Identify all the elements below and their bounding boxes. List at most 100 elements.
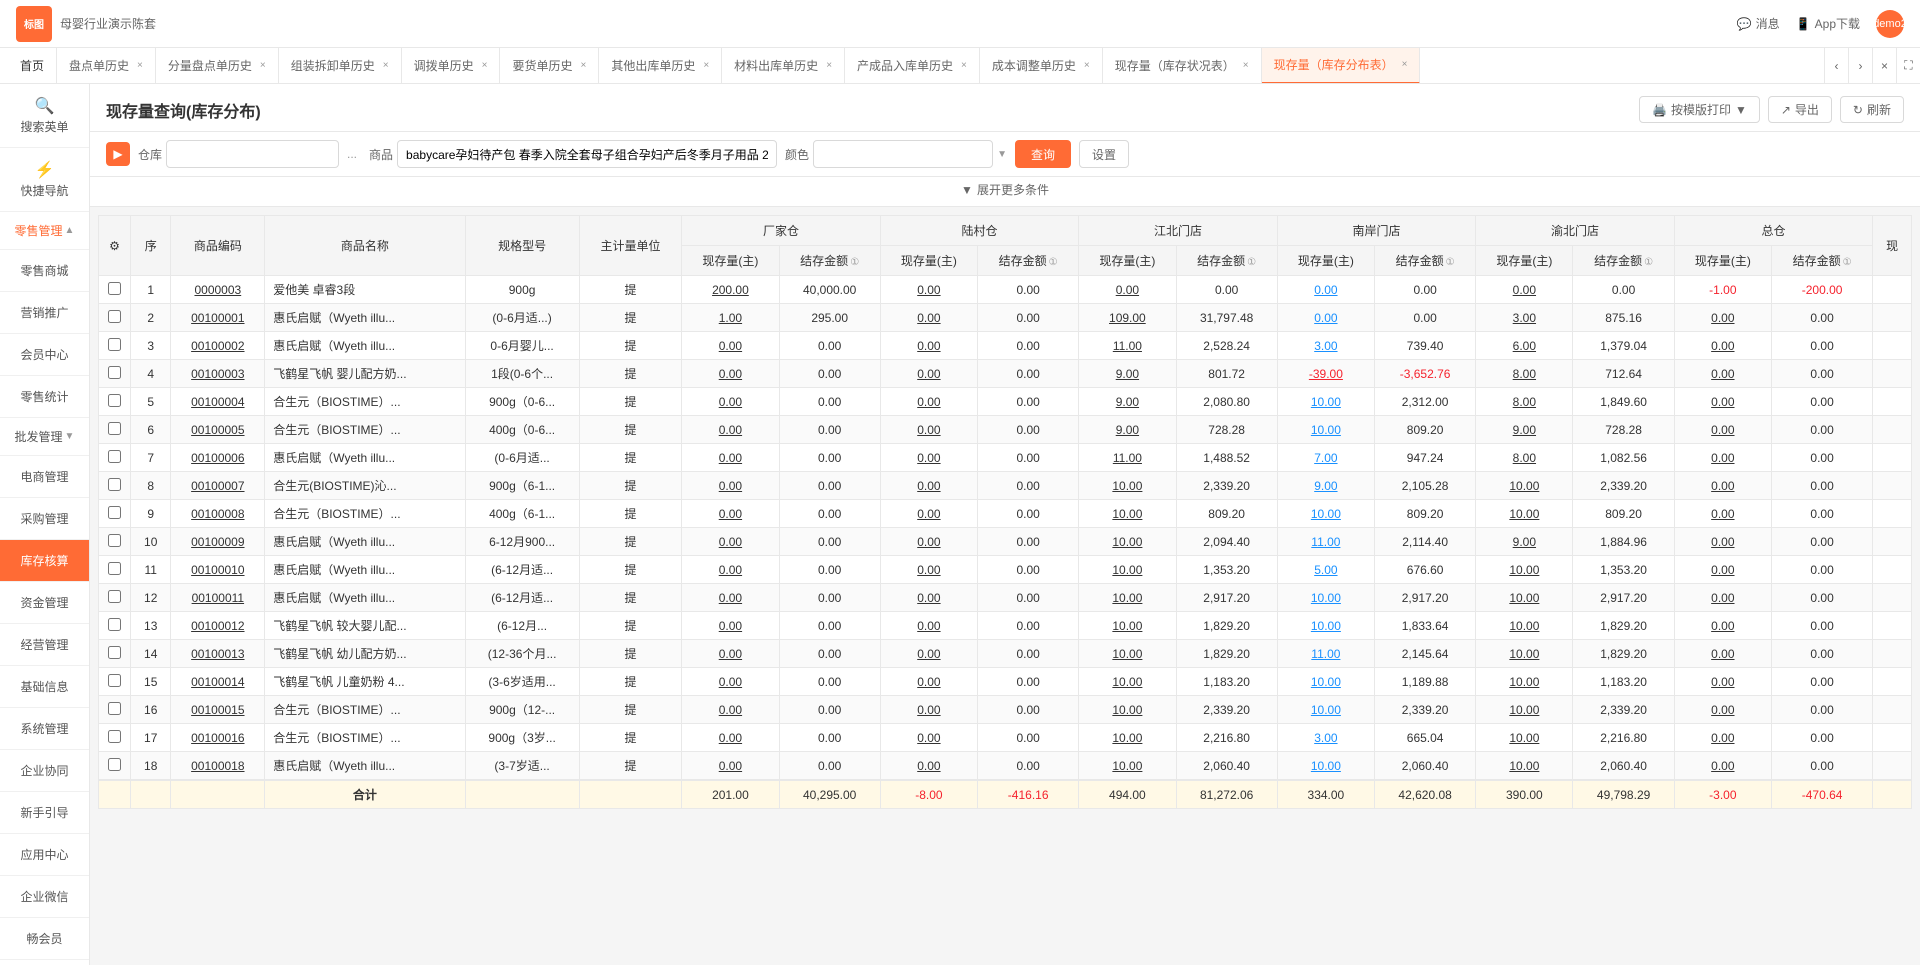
search-bar: ▶ 仓库 ... 商品 颜色 ▼ 查询 设置 — [90, 132, 1920, 177]
sidebar-item-wholesale[interactable]: 批发管理 ▼ — [0, 418, 89, 456]
sidebar-item-operations[interactable]: 经营管理 — [0, 624, 89, 666]
sidebar-item-purchase[interactable]: 采购管理 — [0, 498, 89, 540]
settings-icon[interactable]: ⚙ — [109, 239, 120, 253]
row-checkbox[interactable] — [99, 584, 131, 612]
search-toggle-btn[interactable]: ▶ — [106, 142, 130, 166]
row-checkbox[interactable] — [99, 332, 131, 360]
tab-stockdist[interactable]: 现存量（库存分布表） × — [1262, 48, 1421, 84]
row-checkbox[interactable] — [99, 500, 131, 528]
export-btn[interactable]: ↗ 导出 — [1768, 96, 1832, 123]
row-no: 11 — [131, 556, 171, 584]
tab-requisition[interactable]: 要货单历史 × — [500, 48, 599, 84]
row-total-qty: 0.00 — [1674, 444, 1771, 472]
warehouse-dots-btn[interactable]: ... — [343, 147, 361, 161]
row-checkbox[interactable] — [99, 752, 131, 781]
row-checkbox[interactable] — [99, 668, 131, 696]
row-checkbox[interactable] — [99, 276, 131, 304]
close-icon[interactable]: × — [1084, 60, 1090, 71]
row-checkbox[interactable] — [99, 472, 131, 500]
tab-assembly[interactable]: 组装拆卸单历史 × — [279, 48, 402, 84]
info-icon[interactable]: ① — [1644, 257, 1653, 268]
close-icon[interactable]: × — [1243, 60, 1249, 71]
info-icon[interactable]: ① — [1446, 257, 1455, 268]
close-icon[interactable]: × — [1402, 59, 1408, 70]
sidebar-item-enterprise[interactable]: 企业协同 — [0, 750, 89, 792]
row-checkbox[interactable] — [99, 388, 131, 416]
row-yb-qty: 8.00 — [1476, 444, 1573, 472]
tab-materialout[interactable]: 材料出库单历史 × — [722, 48, 845, 84]
row-checkbox[interactable] — [99, 304, 131, 332]
sidebar-item-member2[interactable]: 畅会员 — [0, 918, 89, 960]
nav-prev-btn[interactable]: ‹ — [1824, 48, 1848, 84]
tab-subinventory[interactable]: 分量盘点单历史 × — [156, 48, 279, 84]
sidebar-item-retail[interactable]: 零售管理 ▲ — [0, 212, 89, 250]
sidebar-item-corpwx[interactable]: 企业微信 — [0, 876, 89, 918]
sidebar-item-retailstats[interactable]: 零售统计 — [0, 376, 89, 418]
row-total-qty: 0.00 — [1674, 612, 1771, 640]
close-icon[interactable]: × — [703, 60, 709, 71]
row-unit: 提 — [579, 640, 682, 668]
goods-input[interactable] — [397, 140, 777, 168]
row-checkbox[interactable] — [99, 360, 131, 388]
sidebar-item-ecommerce[interactable]: 电商管理 — [0, 456, 89, 498]
refresh-btn[interactable]: ↻ 刷新 — [1840, 96, 1904, 123]
sidebar-item-member[interactable]: 会员中心 — [0, 334, 89, 376]
row-no: 15 — [131, 668, 171, 696]
nav-close-all-btn[interactable]: × — [1872, 48, 1896, 84]
query-btn[interactable]: 查询 — [1015, 140, 1071, 168]
app-download-btn[interactable]: 📱 App下载 — [1796, 15, 1860, 32]
tab-otherout[interactable]: 其他出库单历史 × — [599, 48, 722, 84]
row-checkbox[interactable] — [99, 528, 131, 556]
color-input[interactable] — [813, 140, 993, 168]
row-name: 飞鹤星飞帆 婴儿配方奶... — [265, 360, 465, 388]
sidebar-item-finance[interactable]: 资金管理 — [0, 582, 89, 624]
sidebar-item-marketing[interactable]: 营销推广 — [0, 292, 89, 334]
sidebar-item-inventory[interactable]: 库存核算 — [0, 540, 89, 582]
info-icon[interactable]: ① — [850, 257, 859, 268]
info-icon[interactable]: ① — [1843, 257, 1852, 268]
tab-costadjust[interactable]: 成本调整单历史 × — [980, 48, 1103, 84]
close-icon[interactable]: × — [580, 60, 586, 71]
warehouse-input[interactable] — [166, 140, 339, 168]
close-icon[interactable]: × — [260, 60, 266, 71]
row-na-qty: 10.00 — [1277, 696, 1374, 724]
th-settings[interactable]: ⚙ — [99, 216, 131, 276]
sidebar-item-search[interactable]: 🔍 搜索英单 — [0, 84, 89, 148]
row-checkbox[interactable] — [99, 612, 131, 640]
close-icon[interactable]: × — [961, 60, 967, 71]
row-checkbox[interactable] — [99, 416, 131, 444]
nav-next-btn[interactable]: › — [1848, 48, 1872, 84]
sidebar-item-newguide[interactable]: 新手引导 — [0, 792, 89, 834]
row-checkbox[interactable] — [99, 444, 131, 472]
message-btn[interactable]: 💬 消息 — [1737, 15, 1780, 32]
row-jb-amt: 2,917.20 — [1176, 584, 1277, 612]
print-btn[interactable]: 🖨️ 按模版打印 ▼ — [1639, 96, 1760, 123]
row-checkbox[interactable] — [99, 696, 131, 724]
close-icon[interactable]: × — [383, 60, 389, 71]
row-checkbox[interactable] — [99, 724, 131, 752]
sidebar-item-appstore[interactable]: 应用中心 — [0, 834, 89, 876]
tab-productin[interactable]: 产成品入库单历史 × — [845, 48, 980, 84]
sidebar-item-sysadmin[interactable]: 系统管理 — [0, 708, 89, 750]
setting-btn[interactable]: 设置 — [1079, 140, 1129, 168]
th-total: 总仓 — [1674, 216, 1872, 246]
sidebar-item-retailshop[interactable]: 零售商城 — [0, 250, 89, 292]
row-checkbox[interactable] — [99, 556, 131, 584]
close-icon[interactable]: × — [826, 60, 832, 71]
nav-maximize-btn[interactable]: ⛶ — [1896, 48, 1920, 84]
close-icon[interactable]: × — [482, 60, 488, 71]
expand-more-btn[interactable]: ▼ 展开更多条件 — [106, 179, 1904, 200]
sidebar-item-quicknav[interactable]: ⚡ 快捷导航 — [0, 148, 89, 212]
user-avatar-area[interactable]: demo2 — [1876, 10, 1904, 38]
tab-inventory[interactable]: 盘点单历史 × — [57, 48, 156, 84]
tab-stockstatus[interactable]: 现存量（库存状况表） × — [1103, 48, 1262, 84]
th-no: 序 — [131, 216, 171, 276]
info-icon[interactable]: ① — [1247, 257, 1256, 268]
info-icon[interactable]: ① — [1049, 257, 1058, 268]
row-code: 00100005 — [171, 416, 265, 444]
sidebar-item-basicinfo[interactable]: 基础信息 — [0, 666, 89, 708]
tab-adjust[interactable]: 调拨单历史 × — [402, 48, 501, 84]
close-icon[interactable]: × — [137, 60, 143, 71]
row-checkbox[interactable] — [99, 640, 131, 668]
tab-home[interactable]: 首页 — [8, 48, 57, 84]
